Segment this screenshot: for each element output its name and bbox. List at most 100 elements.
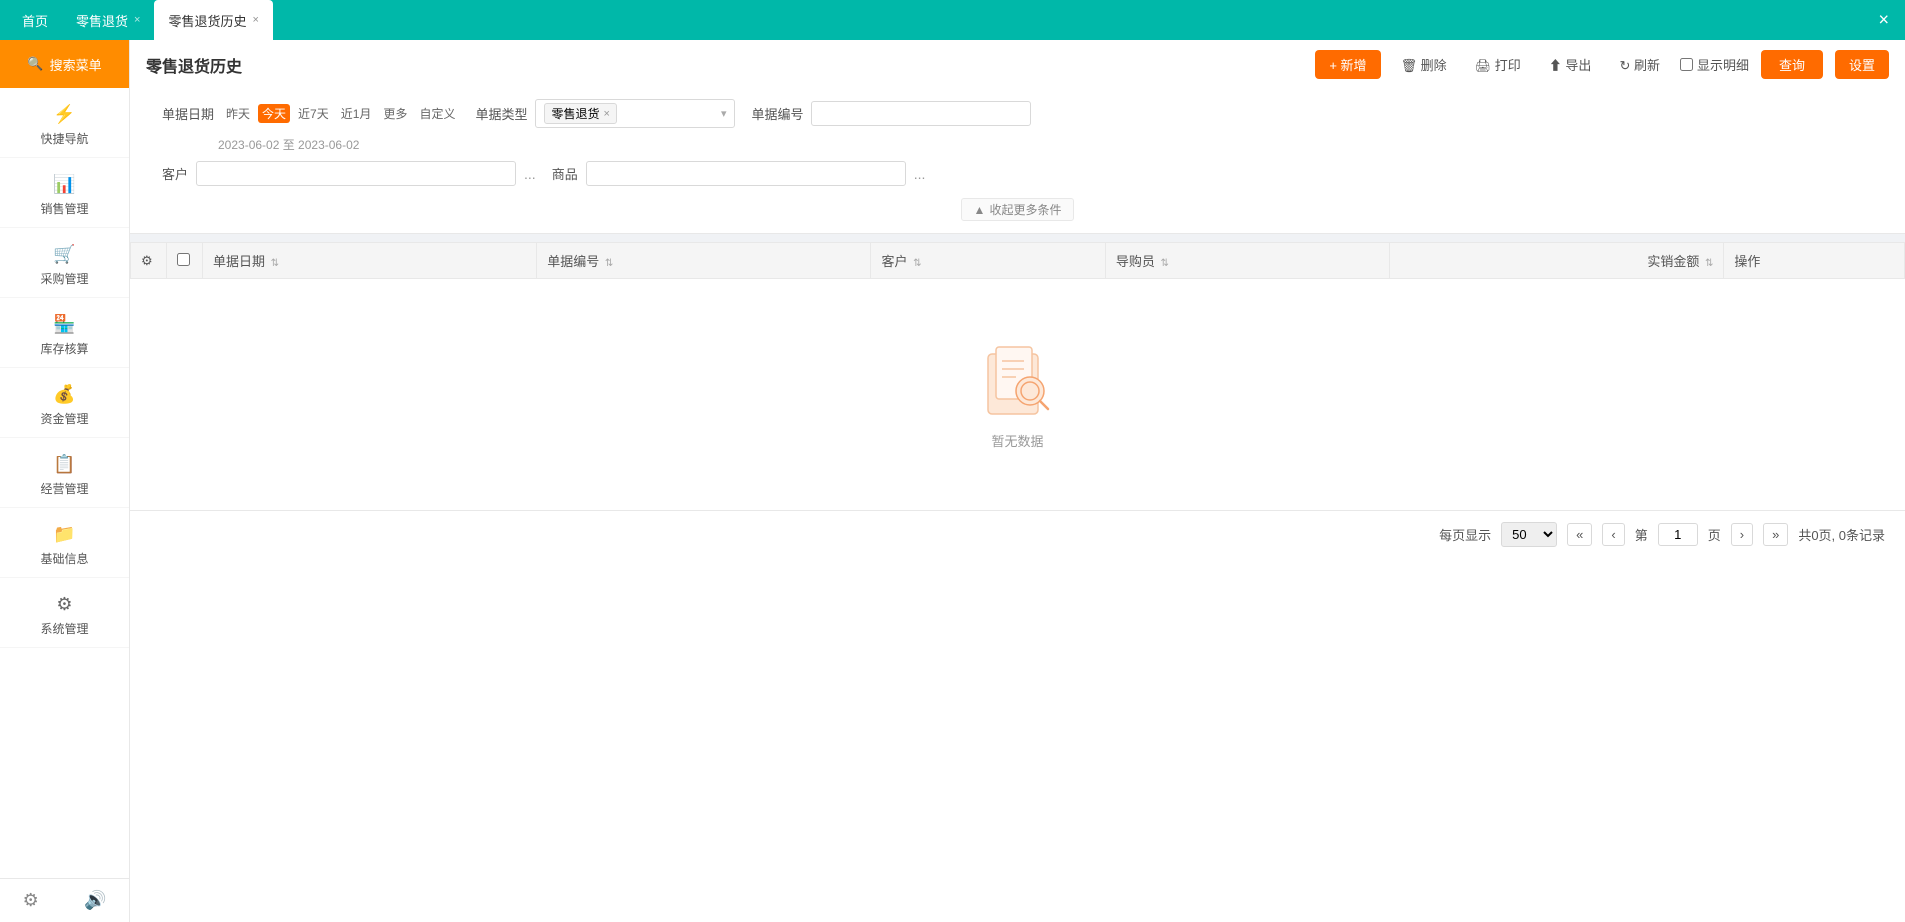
th-no[interactable]: 单据编号 ⇅ [537,243,871,279]
sidebar-search[interactable]: 🔍 搜索菜单 [0,40,129,88]
last-page-button[interactable]: » [1763,523,1788,546]
sidebar-item-basic-info[interactable]: 📁 基础信息 [0,508,129,578]
first-page-button[interactable]: « [1567,523,1592,546]
th-amount[interactable]: 实销金额 ⇅ [1390,243,1724,279]
th-checkbox[interactable] [167,243,203,279]
display-detail-checkbox[interactable]: 显示明细 [1680,55,1749,74]
sidebar-item-operations[interactable]: 📋 经营管理 [0,438,129,508]
customer-ellipsis-button[interactable]: ... [524,166,536,182]
date-label: 单据日期 [162,104,214,123]
goods-label: 商品 [552,164,578,183]
toolbar: + 新增 🗑 删除 🖨 打印 ⬆ 导出 ↻ 刷新 显示明细 查询 设置 [1315,50,1889,79]
tab-retail-return-history[interactable]: 零售退货历史 × [154,0,272,40]
collapse-row: ▲ 收起更多条件 [162,194,1873,221]
sidebar-audio-button[interactable]: 🔊 [84,890,106,911]
voucher-no-input[interactable] [811,101,1031,126]
voucher-no-label: 单据编号 [751,104,803,123]
finance-icon: 💰 [53,382,77,406]
empty-state: 暂无数据 [131,279,1905,510]
window-close-button[interactable]: × [1878,10,1889,31]
pagination-bar: 每页显示 50 10 20 100 « ‹ 第 页 › » 共0页, 0条记录 [130,510,1905,558]
empty-illustration [978,339,1058,419]
date-filter-group: 单据日期 昨天 今天 近7天 近1月 更多 自定义 [162,104,459,123]
sidebar-item-system-label: 系统管理 [40,620,88,637]
shortcut-today[interactable]: 今天 [258,104,290,123]
setting-button[interactable]: 设置 [1835,50,1889,79]
page-number-input[interactable] [1658,523,1698,546]
sidebar-item-quick-nav[interactable]: ⚡ 快捷导航 [0,88,129,158]
display-detail-input[interactable] [1680,58,1693,71]
next-page-button[interactable]: › [1731,523,1753,546]
tab-retail-return-label: 零售退货 [76,11,128,30]
operations-icon: 📋 [53,452,77,476]
tab-retail-return-close[interactable]: × [134,14,140,26]
filter-row-1: 单据日期 昨天 今天 近7天 近1月 更多 自定义 单据类型 [162,99,1873,128]
shortcut-yesterday[interactable]: 昨天 [222,104,254,123]
shortcut-more[interactable]: 更多 [379,104,411,123]
tab-home[interactable]: 首页 [8,0,62,40]
th-guide[interactable]: 导购员 ⇅ [1105,243,1389,279]
sidebar-item-purchase[interactable]: 🛒 采购管理 [0,228,129,298]
filter-row-2: 客户 ... 商品 ... [162,161,1873,186]
sidebar-item-system[interactable]: ⚙ 系统管理 [0,578,129,648]
sidebar-item-finance-label: 资金管理 [40,410,88,427]
voucher-type-tag: 零售退货 × [544,103,616,124]
customer-filter-group: 客户 ... [162,161,536,186]
sidebar-item-inventory[interactable]: 🏪 库存核算 [0,298,129,368]
query-button[interactable]: 查询 [1761,50,1823,79]
shortcut-1month[interactable]: 近1月 [337,104,376,123]
page-size-label: 每页显示 [1439,525,1491,544]
sort-date-icon: ⇅ [271,258,279,269]
table-body: 暂无数据 [131,279,1905,511]
customer-input[interactable] [196,161,516,186]
search-icon: 🔍 [27,56,43,72]
tab-retail-return-history-close[interactable]: × [252,14,258,26]
page-suffix: 页 [1708,525,1721,544]
collapse-button[interactable]: ▲ 收起更多条件 [961,198,1075,221]
system-icon: ⚙ [53,592,77,616]
total-text: 共0页, 0条记录 [1798,525,1885,544]
shortcut-custom[interactable]: 自定义 [415,104,459,123]
goods-ellipsis-button[interactable]: ... [914,166,926,182]
print-button[interactable]: 🖨 打印 [1467,51,1529,78]
new-button[interactable]: + 新增 [1315,50,1380,79]
sidebar-item-finance[interactable]: 💰 资金管理 [0,368,129,438]
goods-input[interactable] [586,161,906,186]
tab-retail-return[interactable]: 零售退货 × [62,0,154,40]
voucher-type-chevron: ▾ [721,107,727,120]
purchase-icon: 🛒 [53,242,77,266]
delete-button[interactable]: 🗑 删除 [1393,51,1455,78]
refresh-button[interactable]: ↻ 刷新 [1611,51,1668,78]
prev-page-button[interactable]: ‹ [1602,523,1624,546]
voucher-type-select[interactable]: 零售退货 × ▾ [535,99,735,128]
sort-customer-icon: ⇅ [913,258,921,269]
table-wrapper: ⚙ 单据日期 ⇅ 单据编号 ⇅ 客户 ⇅ [130,242,1905,922]
voucher-type-label: 单据类型 [475,104,527,123]
tabs-container: 首页 零售退货 × 零售退货历史 × [8,0,1905,40]
top-bar: 首页 零售退货 × 零售退货历史 × × [0,0,1905,40]
collapse-icon: ▲ [974,203,986,217]
collapse-label: 收起更多条件 [989,201,1061,218]
sidebar-menu: ⚡ 快捷导航 📊 销售管理 🛒 采购管理 🏪 库存核算 💰 资金管理 📋 [0,88,129,878]
select-all-checkbox[interactable] [177,253,190,266]
main-layout: 🔍 搜索菜单 ⚡ 快捷导航 📊 销售管理 🛒 采购管理 🏪 库存核算 💰 [0,40,1905,922]
th-customer[interactable]: 客户 ⇅ [871,243,1105,279]
th-action: 操作 [1724,243,1905,279]
th-settings[interactable]: ⚙ [131,243,167,279]
sidebar-item-quick-nav-label: 快捷导航 [40,130,88,147]
table-header-row: ⚙ 单据日期 ⇅ 单据编号 ⇅ 客户 ⇅ [131,243,1905,279]
voucher-no-filter-group: 单据编号 [751,101,1031,126]
th-date[interactable]: 单据日期 ⇅ [203,243,537,279]
page-title: 零售退货历史 [146,53,242,77]
sidebar-item-sales[interactable]: 📊 销售管理 [0,158,129,228]
tab-home-label: 首页 [22,11,48,30]
goods-filter-group: 商品 ... [552,161,926,186]
sort-amount-icon: ⇅ [1705,258,1713,269]
customer-label: 客户 [162,164,188,183]
page-size-select[interactable]: 50 10 20 100 [1501,522,1557,547]
voucher-type-tag-close[interactable]: × [603,108,609,120]
sidebar-settings-button[interactable]: ⚙ [23,890,39,911]
date-range-text: 2023-06-02 至 2023-06-02 [218,136,359,153]
shortcut-7days[interactable]: 近7天 [294,104,333,123]
export-button[interactable]: ⬆ 导出 [1541,51,1600,78]
